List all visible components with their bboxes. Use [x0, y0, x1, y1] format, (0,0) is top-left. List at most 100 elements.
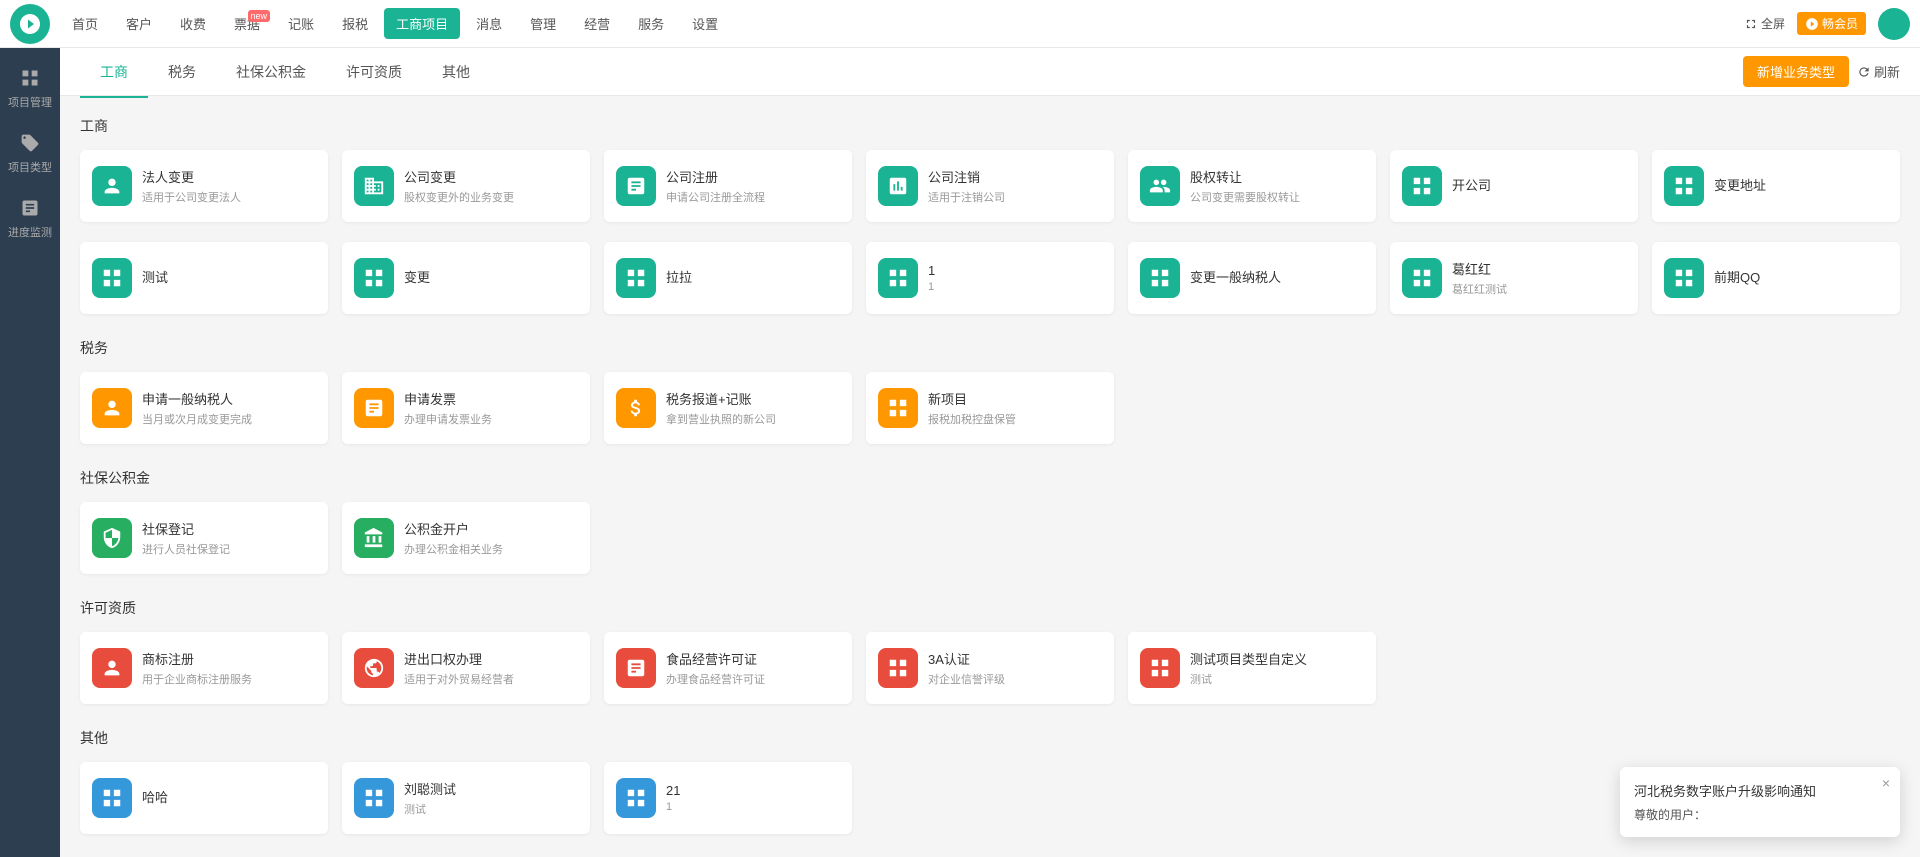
card-icon-farenbiange [92, 166, 132, 206]
card-name-shuiwubaodao: 税务报道+记账 [666, 389, 840, 408]
add-type-button[interactable]: 新增业务类型 [1743, 56, 1849, 87]
card-qianqiqq[interactable]: 前期QQ [1652, 242, 1900, 314]
card-gongsizhu[interactable]: 公司注册 申请公司注册全流程 [604, 150, 852, 222]
card-3a[interactable]: 3A认证 对企业信誉评级 [866, 632, 1114, 704]
card-name-liuceceshi: 刘聪测试 [404, 779, 578, 798]
nav-message[interactable]: 消息 [464, 8, 514, 39]
card-icon-shebaodengjii [92, 518, 132, 558]
notification-title: 河北税务数字账户升级影响通知 [1634, 781, 1886, 800]
tab-xuke[interactable]: 许可资质 [326, 48, 422, 98]
card-liuceceshi[interactable]: 刘聪测试 测试 [342, 762, 590, 834]
sidebar-item-project-type[interactable]: 项目类型 [2, 123, 58, 183]
sidebar: 项目管理 项目类型 进度监测 [0, 48, 60, 857]
card-desc-3a: 对企业信誉评级 [928, 671, 1102, 687]
nav-invoice-badge: new [248, 10, 271, 22]
card-name-biangenyiban: 变更一般纳税人 [1190, 267, 1364, 286]
card-desc-twentyone: 1 [666, 801, 840, 813]
nav-home[interactable]: 首页 [60, 8, 110, 39]
card-shenqingyiban[interactable]: 申请一般纳税人 当月或次月成变更完成 [80, 372, 328, 444]
card-name-biangengdizhi: 变更地址 [1714, 175, 1888, 194]
nav-business[interactable]: 工商项目 [384, 8, 460, 39]
card-desc-gongsizhuxiao: 适用于注销公司 [928, 189, 1102, 205]
nav-service[interactable]: 服务 [626, 8, 676, 39]
card-desc-shangbiaozhuce: 用于企业商标注册服务 [142, 671, 316, 687]
sidebar-item-progress-monitor[interactable]: 进度监测 [2, 188, 58, 248]
section-shuiwu-title: 税务 [80, 338, 1900, 358]
member-button[interactable]: 畅会员 [1797, 12, 1866, 35]
card-name-shebaodengjii: 社保登记 [142, 519, 316, 538]
card-shenqingfapiao[interactable]: 申请发票 办理申请发票业务 [342, 372, 590, 444]
card-ceshi[interactable]: 测试 [80, 242, 328, 314]
card-icon-gongsibiange [354, 166, 394, 206]
nav-management[interactable]: 管理 [518, 8, 568, 39]
card-desc-xinxiangmu: 报税加税控盘保管 [928, 411, 1102, 427]
tab-bar: 工商 税务 社保公积金 许可资质 其他 新增业务类型 刷新 [60, 48, 1920, 96]
card-one[interactable]: 1 1 [866, 242, 1114, 314]
section-xuke: 许可资质 商标注册 用于企业商标注册服务 [80, 598, 1900, 704]
card-icon-gehonghong [1402, 258, 1442, 298]
tab-other[interactable]: 其他 [422, 48, 490, 98]
card-biangeng[interactable]: 变更 [342, 242, 590, 314]
nav-tax[interactable]: 报税 [330, 8, 380, 39]
nav-invoice[interactable]: 票据 new [222, 8, 272, 39]
card-twentyone[interactable]: 21 1 [604, 762, 852, 834]
nav-customer[interactable]: 客户 [114, 8, 164, 39]
card-name-biangeng: 变更 [404, 267, 578, 286]
refresh-button[interactable]: 刷新 [1857, 62, 1900, 81]
card-name-guquan: 股权转让 [1190, 167, 1364, 186]
nav-collection[interactable]: 收费 [168, 8, 218, 39]
nav-settings[interactable]: 设置 [680, 8, 730, 39]
card-name-one: 1 [928, 263, 1102, 278]
section-xuke-title: 许可资质 [80, 598, 1900, 618]
notification-popup: × 河北税务数字账户升级影响通知 尊敬的用户： [1620, 767, 1900, 837]
card-lala[interactable]: 拉拉 [604, 242, 852, 314]
card-biangengdizhi[interactable]: 变更地址 [1652, 150, 1900, 222]
section-shebao-title: 社保公积金 [80, 468, 1900, 488]
card-desc-ceshinxiangmu: 测试 [1190, 671, 1364, 687]
card-xinxiangmu[interactable]: 新项目 报税加税控盘保管 [866, 372, 1114, 444]
card-gongsizhuxiao[interactable]: 公司注销 适用于注销公司 [866, 150, 1114, 222]
chart-icon [18, 196, 42, 220]
card-kaigongsi[interactable]: 开公司 [1390, 150, 1638, 222]
card-farenbiange[interactable]: 法人变更 适用于公司变更法人 [80, 150, 328, 222]
tab-gongshang[interactable]: 工商 [80, 48, 148, 98]
user-avatar[interactable] [1878, 8, 1910, 40]
card-name-ceshinxiangmu: 测试项目类型自定义 [1190, 649, 1364, 668]
card-icon-shenqingfapiao [354, 388, 394, 428]
card-gongjijinkaihu[interactable]: 公积金开户 办理公积金相关业务 [342, 502, 590, 574]
card-icon-lala [616, 258, 656, 298]
card-icon-liuceceshi [354, 778, 394, 818]
grid-icon [18, 66, 42, 90]
card-name-lala: 拉拉 [666, 267, 840, 286]
card-desc-guquan: 公司变更需要股权转让 [1190, 189, 1364, 205]
nav-operation[interactable]: 经营 [572, 8, 622, 39]
card-icon-qianqiqq [1664, 258, 1704, 298]
card-name-qianqiqq: 前期QQ [1714, 267, 1888, 286]
card-shuiwubaodao[interactable]: 税务报道+记账 拿到营业执照的新公司 [604, 372, 852, 444]
tab-actions: 新增业务类型 刷新 [1743, 56, 1900, 87]
card-name-gongsibiange: 公司变更 [404, 167, 578, 186]
card-gehonghong[interactable]: 葛红红 葛红红测试 [1390, 242, 1638, 314]
card-guquan[interactable]: 股权转让 公司变更需要股权转让 [1128, 150, 1376, 222]
card-shebaodengjii[interactable]: 社保登记 进行人员社保登记 [80, 502, 328, 574]
sidebar-item-project-manage[interactable]: 项目管理 [2, 58, 58, 118]
card-ceshinxiangmu[interactable]: 测试项目类型自定义 测试 [1128, 632, 1376, 704]
section-shuiwu: 税务 申请一般纳税人 当月或次月成变更完成 [80, 338, 1900, 444]
card-shipin[interactable]: 食品经营许可证 办理食品经营许可证 [604, 632, 852, 704]
card-haha[interactable]: 哈哈 [80, 762, 328, 834]
nav-right: 全屏 畅会员 [1744, 8, 1910, 40]
app-logo[interactable] [10, 4, 50, 44]
card-gongsibiange[interactable]: 公司变更 股权变更外的业务变更 [342, 150, 590, 222]
card-shangbiaozhuce[interactable]: 商标注册 用于企业商标注册服务 [80, 632, 328, 704]
fullscreen-button[interactable]: 全屏 [1744, 15, 1785, 32]
section-other-title: 其他 [80, 728, 1900, 748]
card-name-shenqingfapiao: 申请发票 [404, 389, 578, 408]
card-jinchukou[interactable]: 进出口权办理 适用于对外贸易经营者 [342, 632, 590, 704]
card-icon-biangengdizhi [1664, 166, 1704, 206]
tab-shuiwu[interactable]: 税务 [148, 48, 216, 98]
nav-accounting[interactable]: 记账 [276, 8, 326, 39]
tab-shebao[interactable]: 社保公积金 [216, 48, 326, 98]
card-desc-one: 1 [928, 281, 1102, 293]
card-biangenyiban[interactable]: 变更一般纳税人 [1128, 242, 1376, 314]
notification-close-button[interactable]: × [1882, 775, 1890, 791]
